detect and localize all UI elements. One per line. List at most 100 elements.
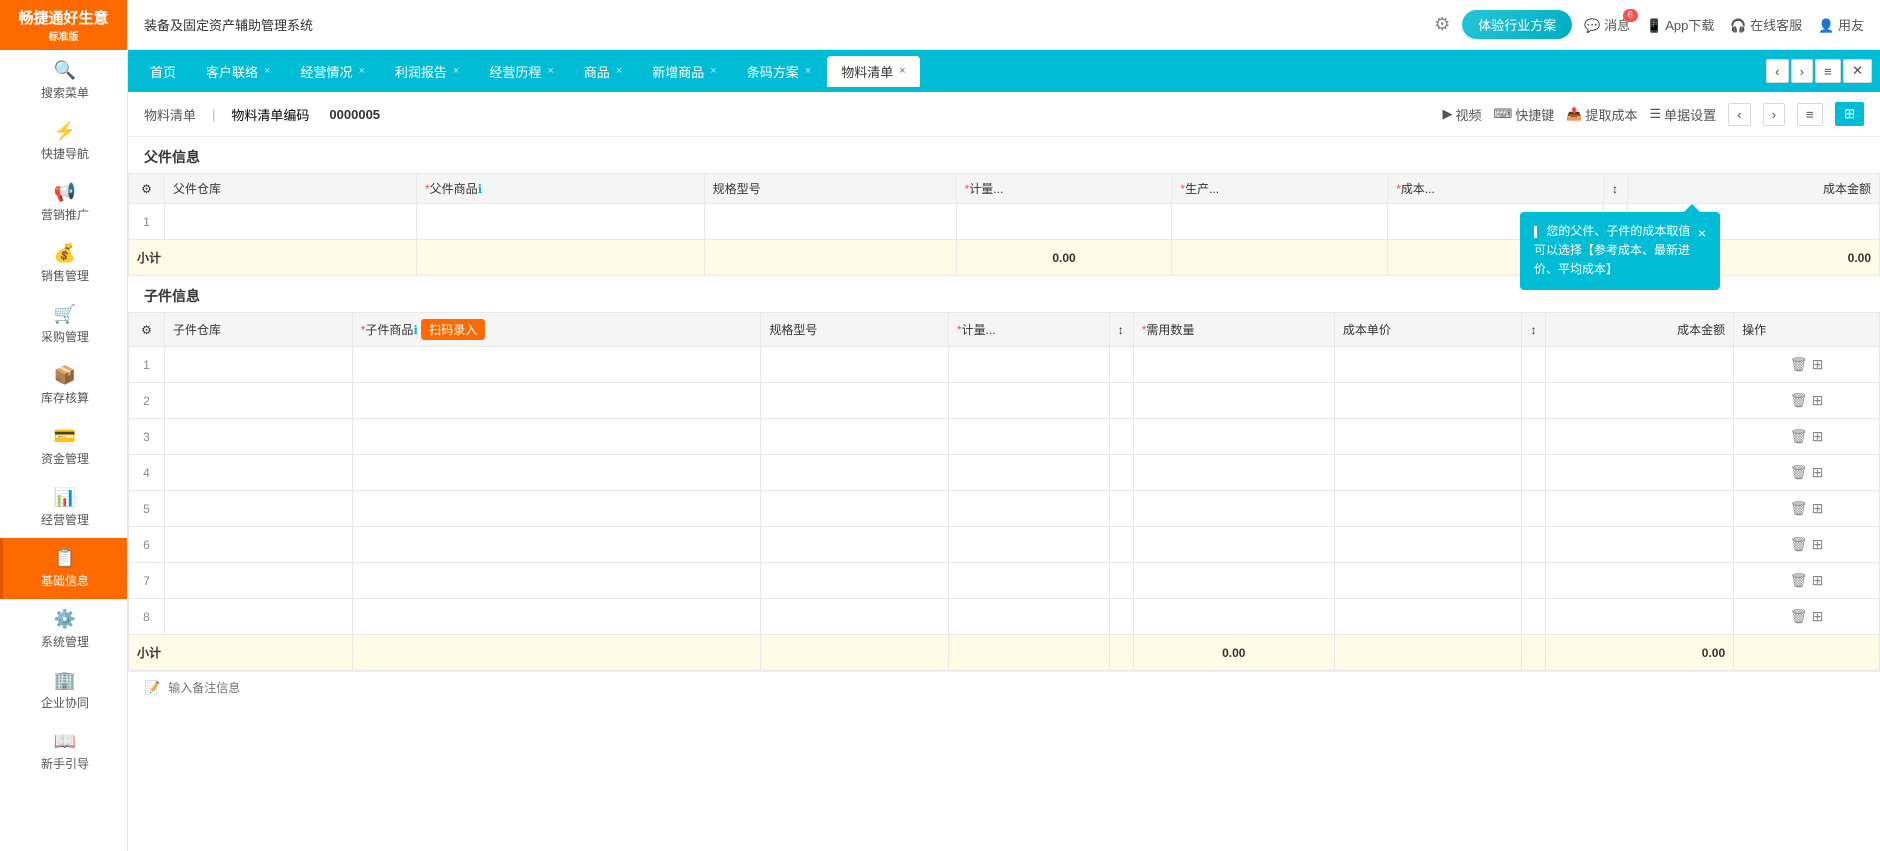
cost-btn[interactable]: 📤 提取成本 — [1566, 105, 1637, 124]
child-r5-unitcost[interactable] — [1334, 491, 1522, 527]
child-r2-copy[interactable]: ⊞ — [1812, 392, 1824, 409]
child-r6-copy[interactable]: ⊞ — [1812, 536, 1824, 553]
trial-button[interactable]: 体验行业方案 — [1462, 10, 1572, 39]
settings-btn[interactable]: ☰ 单据设置 — [1649, 105, 1716, 124]
sidebar-item-finance[interactable]: 💳资金管理 — [0, 416, 127, 477]
service-btn[interactable]: 🎧 在线客服 — [1730, 15, 1802, 34]
parent-r1-product[interactable] — [416, 204, 704, 240]
tab-goods[interactable]: 商品× — [570, 56, 636, 87]
user-btn[interactable]: 👤 用友 — [1818, 15, 1864, 34]
child-r2-unitcost[interactable] — [1334, 383, 1522, 419]
app-download-btn[interactable]: 📱 App下载 — [1646, 15, 1714, 34]
sidebar-item-quick-nav[interactable]: ⚡快捷导航 — [0, 111, 127, 172]
child-r8-warehouse[interactable] — [165, 599, 353, 635]
child-r8-delete[interactable]: 🗑 — [1790, 608, 1808, 625]
child-r3-delete[interactable]: 🗑 — [1790, 428, 1808, 445]
child-r1-spec[interactable] — [761, 347, 949, 383]
sidebar-item-search[interactable]: 🔍搜索菜单 — [0, 50, 127, 111]
tab-close-all[interactable]: ✕ — [1843, 59, 1872, 83]
child-r2-spec[interactable] — [761, 383, 949, 419]
child-r7-delete[interactable]: 🗑 — [1790, 572, 1808, 589]
child-r7-unit[interactable] — [949, 563, 1110, 599]
child-r4-unit[interactable] — [949, 455, 1110, 491]
scan-btn[interactable]: 扫码录入 — [421, 319, 485, 340]
child-r4-unitcost[interactable] — [1334, 455, 1522, 491]
tab-close-operations[interactable]: × — [358, 65, 364, 77]
tab-profit[interactable]: 利润报告× — [381, 56, 473, 87]
child-r3-qty[interactable] — [1133, 419, 1334, 455]
child-r5-product[interactable] — [352, 491, 761, 527]
child-r5-amount[interactable] — [1546, 491, 1734, 527]
child-r8-unit[interactable] — [949, 599, 1110, 635]
child-r7-product[interactable] — [352, 563, 761, 599]
parent-r1-production[interactable] — [1172, 204, 1388, 240]
view-btn[interactable]: ▶ 视频 — [1442, 105, 1481, 124]
tab-operations[interactable]: 经营情况× — [286, 56, 378, 87]
child-r3-spec[interactable] — [761, 419, 949, 455]
child-r8-product[interactable] — [352, 599, 761, 635]
parent-r1-warehouse[interactable] — [165, 204, 417, 240]
message-btn[interactable]: 💬 6 消息 — [1584, 15, 1630, 34]
child-r7-spec[interactable] — [761, 563, 949, 599]
child-r7-unitcost[interactable] — [1334, 563, 1522, 599]
sidebar-item-inventory[interactable]: 📦库存核算 — [0, 355, 127, 416]
sidebar-item-basic-info[interactable]: 📋基础信息 — [0, 538, 127, 599]
child-r6-product[interactable] — [352, 527, 761, 563]
child-r4-qty[interactable] — [1133, 455, 1334, 491]
child-r1-warehouse[interactable] — [165, 347, 353, 383]
tab-close-history[interactable]: × — [547, 65, 553, 77]
sidebar-item-purchase[interactable]: 🛒采购管理 — [0, 294, 127, 355]
child-r4-product[interactable] — [352, 455, 761, 491]
remark-input[interactable] — [168, 681, 1864, 695]
child-r1-unitcost[interactable] — [1334, 347, 1522, 383]
child-r7-amount[interactable] — [1546, 563, 1734, 599]
page-next[interactable]: › — [1763, 103, 1785, 126]
sidebar-item-system[interactable]: ⚙️系统管理 — [0, 599, 127, 660]
sidebar-item-enterprise[interactable]: 🏢企业协同 — [0, 660, 127, 721]
tooltip-close-btn[interactable]: × — [1698, 222, 1706, 244]
child-r8-unitcost[interactable] — [1334, 599, 1522, 635]
child-r5-warehouse[interactable] — [165, 491, 353, 527]
child-r8-spec[interactable] — [761, 599, 949, 635]
tab-menu[interactable]: ≡ — [1815, 59, 1841, 83]
tab-customers[interactable]: 客户联络× — [192, 56, 284, 87]
child-r7-warehouse[interactable] — [165, 563, 353, 599]
child-r2-amount[interactable] — [1546, 383, 1734, 419]
child-r3-product[interactable] — [352, 419, 761, 455]
child-r8-qty[interactable] — [1133, 599, 1334, 635]
child-r5-spec[interactable] — [761, 491, 949, 527]
child-r1-qty[interactable] — [1133, 347, 1334, 383]
tab-close-profit[interactable]: × — [453, 65, 459, 77]
child-r2-qty[interactable] — [1133, 383, 1334, 419]
child-r6-amount[interactable] — [1546, 527, 1734, 563]
child-r3-copy[interactable]: ⊞ — [1812, 428, 1824, 445]
child-r4-amount[interactable] — [1546, 455, 1734, 491]
child-r7-copy[interactable]: ⊞ — [1812, 572, 1824, 589]
child-r2-product[interactable] — [352, 383, 761, 419]
tab-close-barcode[interactable]: × — [805, 65, 811, 77]
tab-history[interactable]: 经营历程× — [475, 56, 567, 87]
tab-close-customers[interactable]: × — [264, 65, 270, 77]
sidebar-item-guide[interactable]: 📖新手引导 — [0, 721, 127, 782]
child-r2-warehouse[interactable] — [165, 383, 353, 419]
child-r5-copy[interactable]: ⊞ — [1812, 500, 1824, 517]
tab-bom[interactable]: 物料清单× — [827, 56, 919, 87]
child-r2-unit[interactable] — [949, 383, 1110, 419]
parent-r1-spec[interactable] — [704, 204, 956, 240]
child-r6-spec[interactable] — [761, 527, 949, 563]
tab-prev[interactable]: ‹ — [1766, 59, 1788, 83]
child-r1-delete[interactable]: 🗑 — [1790, 356, 1808, 373]
child-r4-delete[interactable]: 🗑 — [1790, 464, 1808, 481]
gear-icon[interactable]: ⚙ — [1434, 14, 1450, 35]
tab-next[interactable]: › — [1791, 59, 1813, 83]
sidebar-item-operations[interactable]: 📊经营管理 — [0, 477, 127, 538]
child-r3-amount[interactable] — [1546, 419, 1734, 455]
child-r6-delete[interactable]: 🗑 — [1790, 536, 1808, 553]
page-expand[interactable]: ⊞ — [1835, 102, 1864, 126]
child-r6-unit[interactable] — [949, 527, 1110, 563]
child-r3-unitcost[interactable] — [1334, 419, 1522, 455]
page-menu[interactable]: ≡ — [1797, 103, 1823, 126]
child-r3-unit[interactable] — [949, 419, 1110, 455]
child-r8-amount[interactable] — [1546, 599, 1734, 635]
child-r2-delete[interactable]: 🗑 — [1790, 392, 1808, 409]
